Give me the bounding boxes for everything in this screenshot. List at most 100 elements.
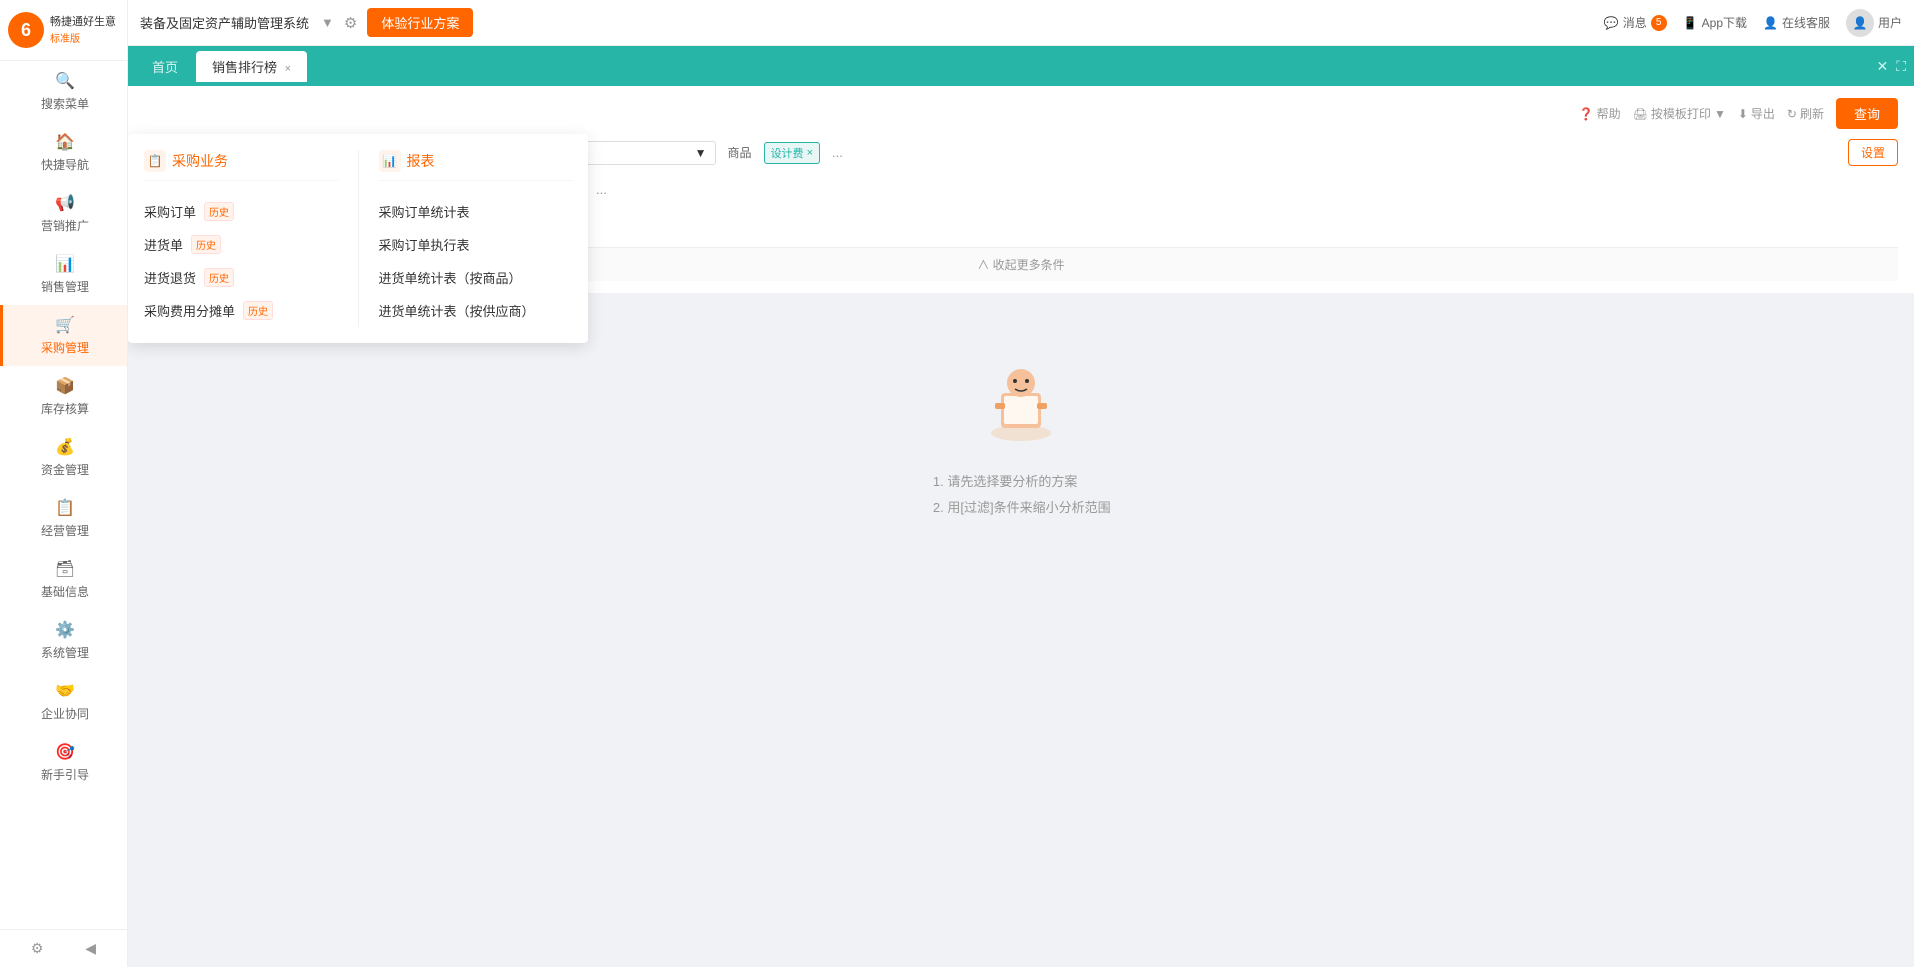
sidebar-item-label-operations: 经营管理 — [41, 522, 89, 539]
main-area: 装备及固定资产辅助管理系统 ▼ ⚙ 体验行业方案 💬 消息 5 📱 App下载 … — [128, 0, 1914, 967]
purchase-col-icon: 📋 — [144, 150, 166, 172]
finance-icon: 💰 — [55, 437, 75, 457]
report-col-title-label: 报表 — [407, 151, 435, 171]
filter-toolbar-row: ❓ 帮助 🖨 按模板打印 ▼ ⬇ 导出 ↻ — [144, 98, 1898, 129]
tab-fullscreen-icon[interactable]: ✕ — [1876, 58, 1888, 75]
tab-resize-icon[interactable]: ⛶ — [1896, 58, 1906, 75]
setting-button[interactable]: 设置 — [1848, 139, 1898, 166]
purchase-order-hist-badge[interactable]: 历史 — [204, 202, 234, 221]
topbar-right-actions: 💬 消息 5 📱 App下载 👤 在线客服 👤 用户 — [1604, 9, 1902, 37]
settings-footer-button[interactable]: ⚙ — [31, 940, 44, 957]
sidebar-item-enterprise[interactable]: 🤝 企业协同 — [0, 671, 127, 732]
phone-icon: 📱 — [1683, 16, 1698, 30]
service-label: 在线客服 — [1782, 14, 1830, 31]
expense-hist-badge[interactable]: 历史 — [243, 301, 273, 320]
user-avatar: 👤 — [1846, 9, 1874, 37]
export-label: 导出 — [1751, 105, 1775, 122]
empty-tips: 请先选择要分析的方案 用[过滤]条件来缩小分析范围 — [931, 469, 1110, 521]
sidebar-item-system[interactable]: ⚙️系统管理 — [0, 610, 127, 671]
order-exec-label: 采购订单执行表 — [379, 235, 470, 254]
report-col: 📊 报表 采购订单统计表 采购订单执行表 进货单统计表（按商品） 进货单统计表（… — [363, 150, 589, 327]
search-icon: 🔍 — [55, 71, 75, 91]
sidebar-item-quicknav[interactable]: 🏠 快捷导航 — [0, 122, 127, 183]
topbar-dropdown-icon[interactable]: ▼ — [321, 15, 334, 30]
dropdown-col-divider — [358, 150, 359, 327]
tabbar: 首页 销售排行榜 × ✕ ⛶ — [128, 46, 1914, 86]
basic-icon: 🗃 — [55, 559, 75, 579]
inventory-icon: 📦 — [55, 376, 75, 396]
industry-button[interactable]: 体验行业方案 — [367, 8, 473, 37]
dropdown-item-inbound-by-supplier[interactable]: 进货单统计表（按供应商） — [379, 294, 573, 327]
sales-icon: 📊 — [55, 254, 75, 274]
enterprise-icon: 🤝 — [55, 681, 75, 701]
export-button[interactable]: ⬇ 导出 — [1738, 105, 1775, 122]
topbar-gear-icon[interactable]: ⚙ — [344, 14, 357, 32]
help-button[interactable]: ❓ 帮助 — [1579, 105, 1621, 122]
sidebar-item-newbie[interactable]: 🎯 新手引导 — [0, 732, 127, 793]
refresh-button[interactable]: ↻ 刷新 — [1787, 105, 1824, 122]
return-hist-badge[interactable]: 历史 — [204, 268, 234, 287]
doc-status-chevron-icon: ▼ — [695, 146, 707, 160]
purchase-icon: 🛒 — [55, 315, 75, 335]
purchase-order-label: 采购订单 — [144, 202, 196, 221]
tab-close-icon[interactable]: × — [285, 63, 291, 75]
dropdown-item-inbound-by-goods[interactable]: 进货单统计表（按商品） — [379, 261, 573, 294]
sidebar-item-label-search: 搜索菜单 — [41, 95, 89, 112]
refresh-label: 刷新 — [1800, 105, 1824, 122]
dropdown-item-return[interactable]: 进货退货 历史 — [144, 261, 338, 294]
sidebar-item-marketing[interactable]: 📢营销推广 — [0, 183, 127, 244]
sidebar-item-sales[interactable]: 📊销售管理 — [0, 244, 127, 305]
topbar-app-download[interactable]: 📱 App下载 — [1683, 14, 1747, 31]
operations-icon: 📋 — [55, 498, 75, 518]
help-label: 帮助 — [1597, 105, 1621, 122]
tab-sales-ranking[interactable]: 销售排行榜 × — [196, 51, 307, 82]
goods-tag-close-icon[interactable]: × — [807, 147, 813, 159]
message-label: 消息 — [1623, 14, 1647, 31]
dropdown-item-order-exec[interactable]: 采购订单执行表 — [379, 228, 573, 261]
inbound-label: 进货单 — [144, 235, 183, 254]
collapse-icon: ∧ — [977, 258, 989, 272]
print-button[interactable]: 🖨 按模板打印 ▼ — [1633, 105, 1726, 122]
tab-home-label: 首页 — [152, 60, 178, 75]
goods-tag-value: 设计费 — [771, 145, 804, 161]
sidebar-item-label-system: 系统管理 — [41, 644, 89, 661]
dropdown-item-expense[interactable]: 采购费用分摊单 历史 — [144, 294, 338, 327]
sidebar-item-finance[interactable]: 💰资金管理 — [0, 427, 127, 488]
quicknav-icon: 🏠 — [55, 132, 75, 152]
goods-more-dots[interactable]: ... — [832, 145, 843, 160]
sidebar-item-label-enterprise: 企业协同 — [41, 705, 89, 722]
purchase-dropdown-menu: 📋 采购业务 采购订单 历史 进货单 历史 进货退货 历史 — [128, 134, 588, 343]
sidebar-item-operations[interactable]: 📋 经营管理 — [0, 488, 127, 549]
sidebar-footer: ⚙ ◀ — [0, 929, 127, 967]
logo-text: 畅捷通好生意 — [50, 15, 116, 30]
salesperson-more-dots[interactable]: ... — [596, 182, 607, 197]
topbar-online-service[interactable]: 👤 在线客服 — [1763, 14, 1830, 31]
print-dropdown-icon[interactable]: ▼ — [1714, 107, 1726, 121]
inbound-supplier-label: 进货单统计表（按供应商） — [379, 301, 535, 320]
empty-illustration — [971, 353, 1071, 453]
sidebar-item-label-basic: 基础信息 — [41, 583, 89, 600]
inbound-hist-badge[interactable]: 历史 — [191, 235, 221, 254]
query-button[interactable]: 查询 — [1836, 98, 1898, 129]
tab-home[interactable]: 首页 — [136, 51, 194, 82]
topbar-user[interactable]: 👤 用户 — [1846, 9, 1902, 37]
sidebar-item-search[interactable]: 🔍 搜索菜单 — [0, 61, 127, 122]
sidebar-item-label-newbie: 新手引导 — [41, 766, 89, 783]
topbar-message[interactable]: 💬 消息 5 — [1604, 14, 1667, 31]
marketing-icon: 📢 — [55, 193, 75, 213]
content-area: ❓ 帮助 🖨 按模板打印 ▼ ⬇ 导出 ↻ — [128, 86, 1914, 967]
sidebar-item-label-quicknav: 快捷导航 — [41, 156, 89, 173]
dropdown-item-purchase-order[interactable]: 采购订单 历史 — [144, 195, 338, 228]
filter-toolbar: ❓ 帮助 🖨 按模板打印 ▼ ⬇ 导出 ↻ — [1579, 105, 1824, 122]
dropdown-item-inbound[interactable]: 进货单 历史 — [144, 228, 338, 261]
dropdown-item-order-stat[interactable]: 采购订单统计表 — [379, 195, 573, 228]
help-icon: ❓ — [1579, 107, 1594, 121]
print-label: 按模板打印 — [1651, 105, 1711, 122]
sidebar-item-purchase[interactable]: 🛒采购管理 — [0, 305, 127, 366]
sidebar-item-inventory[interactable]: 📦库存核算 — [0, 366, 127, 427]
newbie-icon: 🎯 — [55, 742, 75, 762]
collapse-footer-button[interactable]: ◀ — [85, 940, 96, 957]
tabbar-actions: ✕ ⛶ — [1876, 58, 1906, 75]
sidebar-item-basic[interactable]: 🗃 基础信息 — [0, 549, 127, 610]
sidebar-nav: 🔍 搜索菜单 🏠 快捷导航 📢营销推广📊销售管理🛒采购管理📦库存核算💰资金管理 📋 经营管理… — [0, 61, 127, 929]
